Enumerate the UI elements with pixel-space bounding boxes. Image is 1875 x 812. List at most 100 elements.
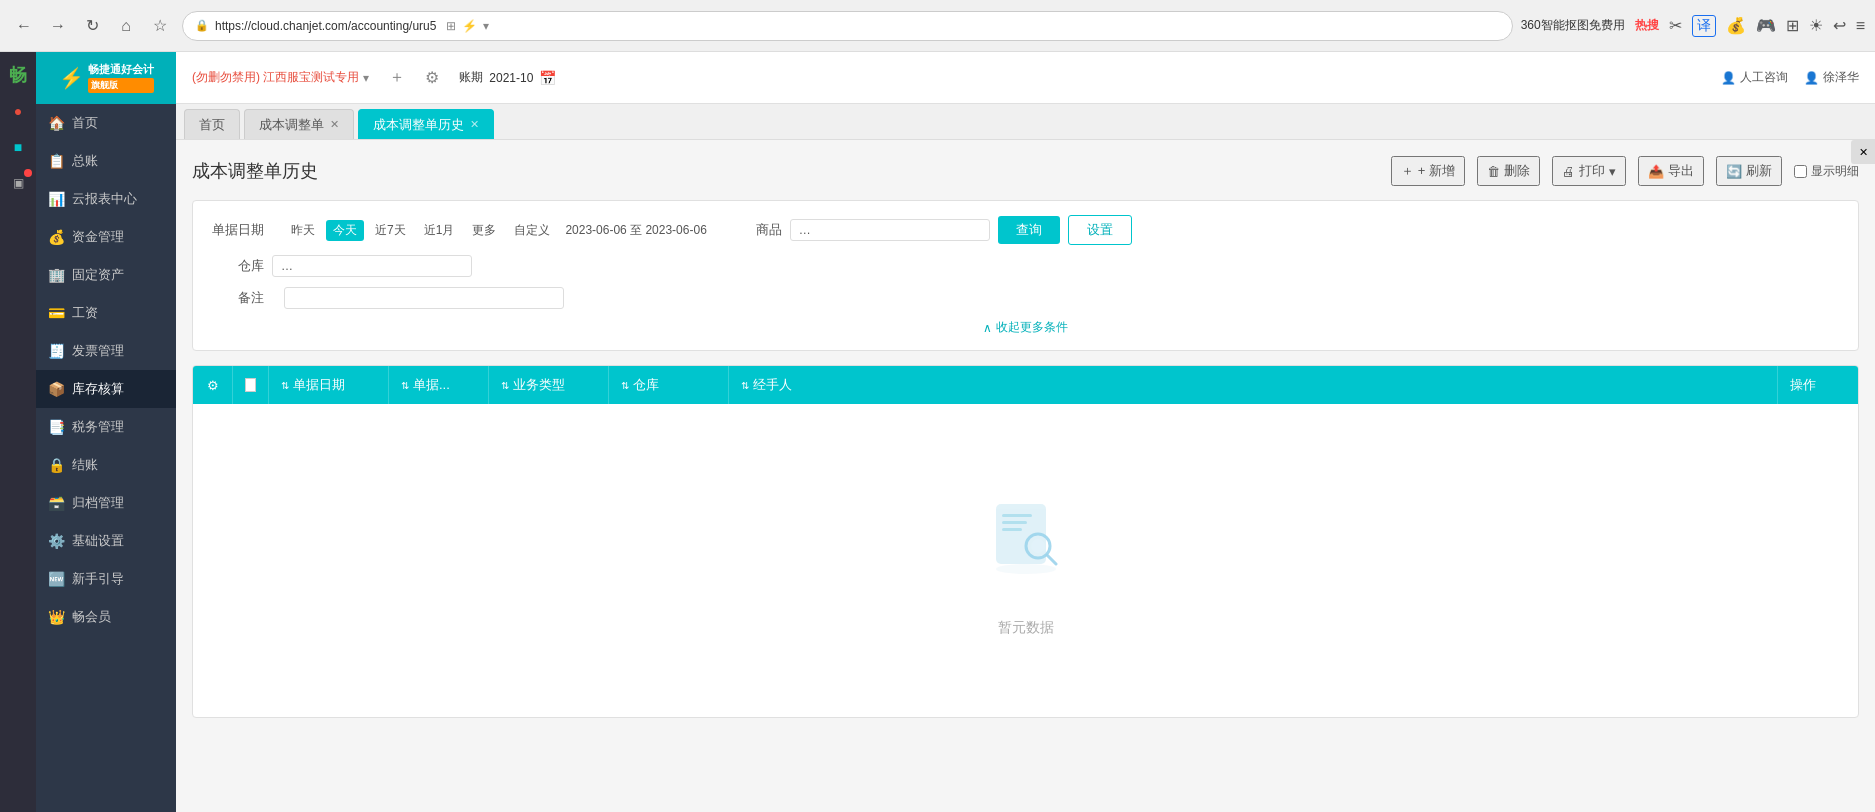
fund-icon: 💰 [48, 229, 64, 245]
dropdown-icon[interactable]: ▾ [483, 19, 489, 33]
sidebar-item-invoice[interactable]: 🧾 发票管理 [36, 332, 176, 370]
sort-operator-icon: ⇅ [741, 380, 749, 391]
vip-icon: 👑 [48, 609, 64, 625]
tab-cost-adjust-history-close[interactable]: ✕ [470, 118, 479, 131]
collapse-chevron-icon: ∧ [983, 321, 992, 335]
sidebar-item-fund[interactable]: 💰 资金管理 [36, 218, 176, 256]
print-dropdown-icon[interactable]: ▾ [1609, 164, 1616, 179]
sidebar-item-tax[interactable]: 📑 税务管理 [36, 408, 176, 446]
warehouse-select[interactable]: … [272, 255, 472, 277]
preset-more[interactable]: 更多 [465, 220, 503, 241]
sidebar-item-ledger[interactable]: 📋 总账 [36, 142, 176, 180]
inventory-icon: 📦 [48, 381, 64, 397]
goods-select[interactable]: … [790, 219, 990, 241]
refresh-icon: 🔄 [1726, 164, 1742, 179]
ledger-icon: 📋 [48, 153, 64, 169]
sort-warehouse-icon: ⇅ [621, 380, 629, 391]
action-btns: 查询 设置 [998, 215, 1132, 245]
calendar-icon[interactable]: 📅 [539, 70, 556, 86]
sidebar-item-home[interactable]: 🏠 首页 [36, 104, 176, 142]
preset-yesterday[interactable]: 昨天 [284, 220, 322, 241]
th-settings[interactable]: ⚙ [193, 366, 233, 404]
company-selector[interactable]: (勿删勿禁用) 江西服宝测试专用 ▾ [192, 69, 369, 86]
sidebar-item-inventory[interactable]: 📦 库存核算 [36, 370, 176, 408]
wallet-icon[interactable]: 💰 [1726, 16, 1746, 35]
refresh-btn[interactable]: 🔄 刷新 [1716, 156, 1782, 186]
user-name: 徐泽华 [1823, 69, 1859, 86]
menu-icon[interactable]: ≡ [1856, 17, 1865, 35]
company-dropdown-icon[interactable]: ▾ [363, 71, 369, 85]
th-date[interactable]: ⇅ 单据日期 [269, 366, 389, 404]
main-content: (勿删勿禁用) 江西服宝测试专用 ▾ ＋ ⚙ 账期 2021-10 📅 👤 人工… [176, 52, 1875, 812]
star-btn[interactable]: ☆ [146, 12, 174, 40]
preset-1month[interactable]: 近1月 [417, 220, 462, 241]
th-warehouse[interactable]: ⇅ 仓库 [609, 366, 729, 404]
query-btn[interactable]: 查询 [998, 216, 1060, 244]
tab-home[interactable]: 首页 [184, 109, 240, 139]
collapse-btn[interactable]: ∧ 收起更多条件 [209, 319, 1842, 336]
th-actions: 操作 [1778, 366, 1858, 404]
tab-cost-adjust-history[interactable]: 成本调整单历史 ✕ [358, 109, 494, 139]
page-content: 成本调整单历史 ＋ + 新增 🗑 删除 🖨 打印 ▾ [176, 140, 1875, 812]
delete-btn[interactable]: 🗑 删除 [1477, 156, 1540, 186]
consultant-btn[interactable]: 👤 人工咨询 [1721, 69, 1788, 86]
show-cols-check[interactable]: 显示明细 [1794, 163, 1859, 180]
sidebar-item-closing[interactable]: 🔒 结账 [36, 446, 176, 484]
right-panel-close[interactable]: ✕ [1851, 140, 1875, 164]
archive-icon: 🗃️ [48, 495, 64, 511]
iconbar-item-1[interactable]: 畅 [0, 57, 36, 93]
game-icon[interactable]: 🎮 [1756, 16, 1776, 35]
sidebar-item-fixed-assets[interactable]: 🏢 固定资产 [36, 256, 176, 294]
export-btn[interactable]: 📤 导出 [1638, 156, 1704, 186]
preset-today[interactable]: 今天 [326, 220, 364, 241]
new-btn[interactable]: ＋ + 新增 [1391, 156, 1465, 186]
address-bar[interactable]: 🔒 https://cloud.chanjet.com/accounting/u… [182, 11, 1513, 41]
preset-7days[interactable]: 近7天 [368, 220, 413, 241]
translate-icon[interactable]: 译 [1692, 15, 1716, 37]
tab-cost-adjust-close[interactable]: ✕ [330, 118, 339, 131]
settings-btn[interactable]: 设置 [1068, 215, 1132, 245]
brightness-icon[interactable]: ☀ [1809, 16, 1823, 35]
th-operator[interactable]: ⇅ 经手人 [729, 366, 1778, 404]
add-company-icon[interactable]: ＋ [389, 67, 405, 88]
period-label: 账期 [459, 69, 483, 86]
tab-bar: 首页 成本调整单 ✕ 成本调整单历史 ✕ [176, 104, 1875, 140]
preset-custom[interactable]: 自定义 [507, 220, 557, 241]
export-icon: 📤 [1648, 164, 1664, 179]
settings-cog-icon[interactable]: ⚙ [425, 68, 439, 87]
undo-icon[interactable]: ↩ [1833, 16, 1846, 35]
salary-icon: 💳 [48, 305, 64, 321]
iconbar-item-3[interactable]: ■ [0, 129, 36, 165]
back-btn[interactable]: ← [10, 12, 38, 40]
th-checkbox[interactable] [233, 366, 269, 404]
sidebar-item-report[interactable]: 📊 云报表中心 [36, 180, 176, 218]
select-all-checkbox[interactable] [245, 378, 256, 392]
company-name: (勿删勿禁用) 江西服宝测试专用 [192, 69, 359, 86]
user-info[interactable]: 👤 徐泽华 [1804, 69, 1859, 86]
sidebar-item-salary[interactable]: 💳 工资 [36, 294, 176, 332]
sidebar-menu: 🏠 首页 📋 总账 📊 云报表中心 💰 资金管理 🏢 固定资产 💳 工资 [36, 104, 176, 812]
iconbar-item-4[interactable]: ▣ [0, 165, 36, 201]
tab-cost-adjust[interactable]: 成本调整单 ✕ [244, 109, 354, 139]
sidebar-item-settings[interactable]: ⚙️ 基础设置 [36, 522, 176, 560]
grid-icon[interactable]: ⊞ [1786, 16, 1799, 35]
goods-select-dots: … [799, 223, 811, 237]
date-filter-label: 单据日期 [209, 221, 264, 239]
th-number[interactable]: ⇅ 单据... [389, 366, 489, 404]
th-type[interactable]: ⇅ 业务类型 [489, 366, 609, 404]
warehouse-select-dots: … [281, 259, 293, 273]
show-cols-label: 显示明细 [1811, 163, 1859, 180]
show-cols-checkbox[interactable] [1794, 165, 1807, 178]
forward-btn[interactable]: → [44, 12, 72, 40]
sidebar-item-guide[interactable]: 🆕 新手引导 [36, 560, 176, 598]
iconbar-item-2[interactable]: ● [0, 93, 36, 129]
notes-input[interactable] [284, 287, 564, 309]
print-btn[interactable]: 🖨 打印 ▾ [1552, 156, 1626, 186]
home-nav-btn[interactable]: ⌂ [112, 12, 140, 40]
reload-btn[interactable]: ↻ [78, 12, 106, 40]
sort-type-icon: ⇅ [501, 380, 509, 391]
sort-up-icon: ⇅ [281, 380, 289, 391]
sidebar-item-vip[interactable]: 👑 畅会员 [36, 598, 176, 636]
sidebar-item-archive[interactable]: 🗃️ 归档管理 [36, 484, 176, 522]
new-label: + 新增 [1418, 162, 1455, 180]
